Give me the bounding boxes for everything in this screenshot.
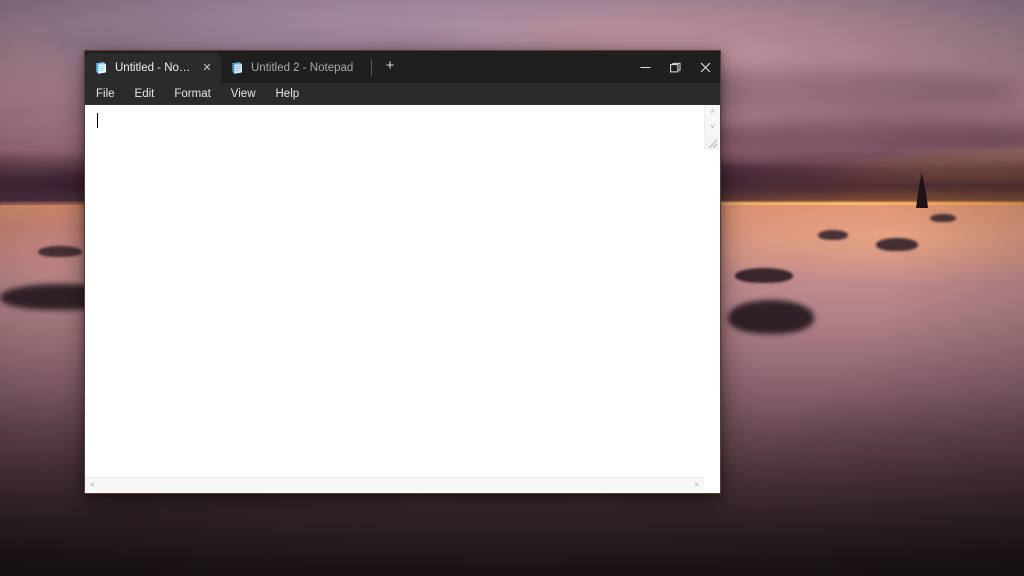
scroll-left-icon[interactable]: ˂	[85, 478, 100, 493]
scroll-down-icon[interactable]: ˅	[705, 120, 720, 135]
horizontal-scrollbar[interactable]: ˂ ˃	[85, 477, 704, 493]
notepad-window[interactable]: Untitled - Notepad ✕ Untitled 2 - Notepa…	[84, 50, 721, 494]
tab-separator	[371, 59, 372, 76]
text-caret	[97, 113, 98, 128]
menu-item-edit[interactable]: Edit	[133, 87, 157, 101]
desktop[interactable]: Untitled - Notepad ✕ Untitled 2 - Notepa…	[0, 0, 1024, 576]
menu-item-file[interactable]: File	[94, 87, 117, 101]
maximize-restore-button[interactable]	[660, 51, 690, 83]
scroll-up-icon[interactable]: ˄	[705, 105, 720, 120]
tab-untitled[interactable]: Untitled - Notepad ✕	[85, 53, 221, 83]
menu-item-help[interactable]: Help	[274, 87, 302, 101]
resize-grip[interactable]	[704, 135, 719, 150]
tab-close-icon[interactable]: ✕	[199, 60, 215, 76]
menu-item-view[interactable]: View	[229, 87, 258, 101]
notepad-icon	[230, 61, 244, 75]
close-button[interactable]	[690, 51, 720, 83]
tab-untitled-2[interactable]: Untitled 2 - Notepad	[221, 53, 369, 83]
menu-item-format[interactable]: Format	[172, 87, 212, 101]
notepad-icon	[94, 61, 108, 75]
editor-area[interactable]: ˂ ˃ ˄ ˅	[85, 105, 720, 493]
tab-strip[interactable]: Untitled - Notepad ✕ Untitled 2 - Notepa…	[85, 51, 720, 83]
minimize-button[interactable]	[630, 51, 660, 83]
tab-title: Untitled 2 - Notepad	[251, 62, 363, 74]
vertical-scrollbar[interactable]: ˄ ˅	[704, 105, 720, 135]
menu-bar[interactable]: File Edit Format View Help	[85, 83, 720, 105]
tab-title: Untitled - Notepad	[115, 62, 192, 74]
window-controls[interactable]	[630, 51, 720, 83]
new-tab-button[interactable]: +	[378, 54, 402, 78]
text-editor[interactable]	[85, 105, 704, 477]
scroll-right-icon[interactable]: ˃	[689, 478, 704, 493]
